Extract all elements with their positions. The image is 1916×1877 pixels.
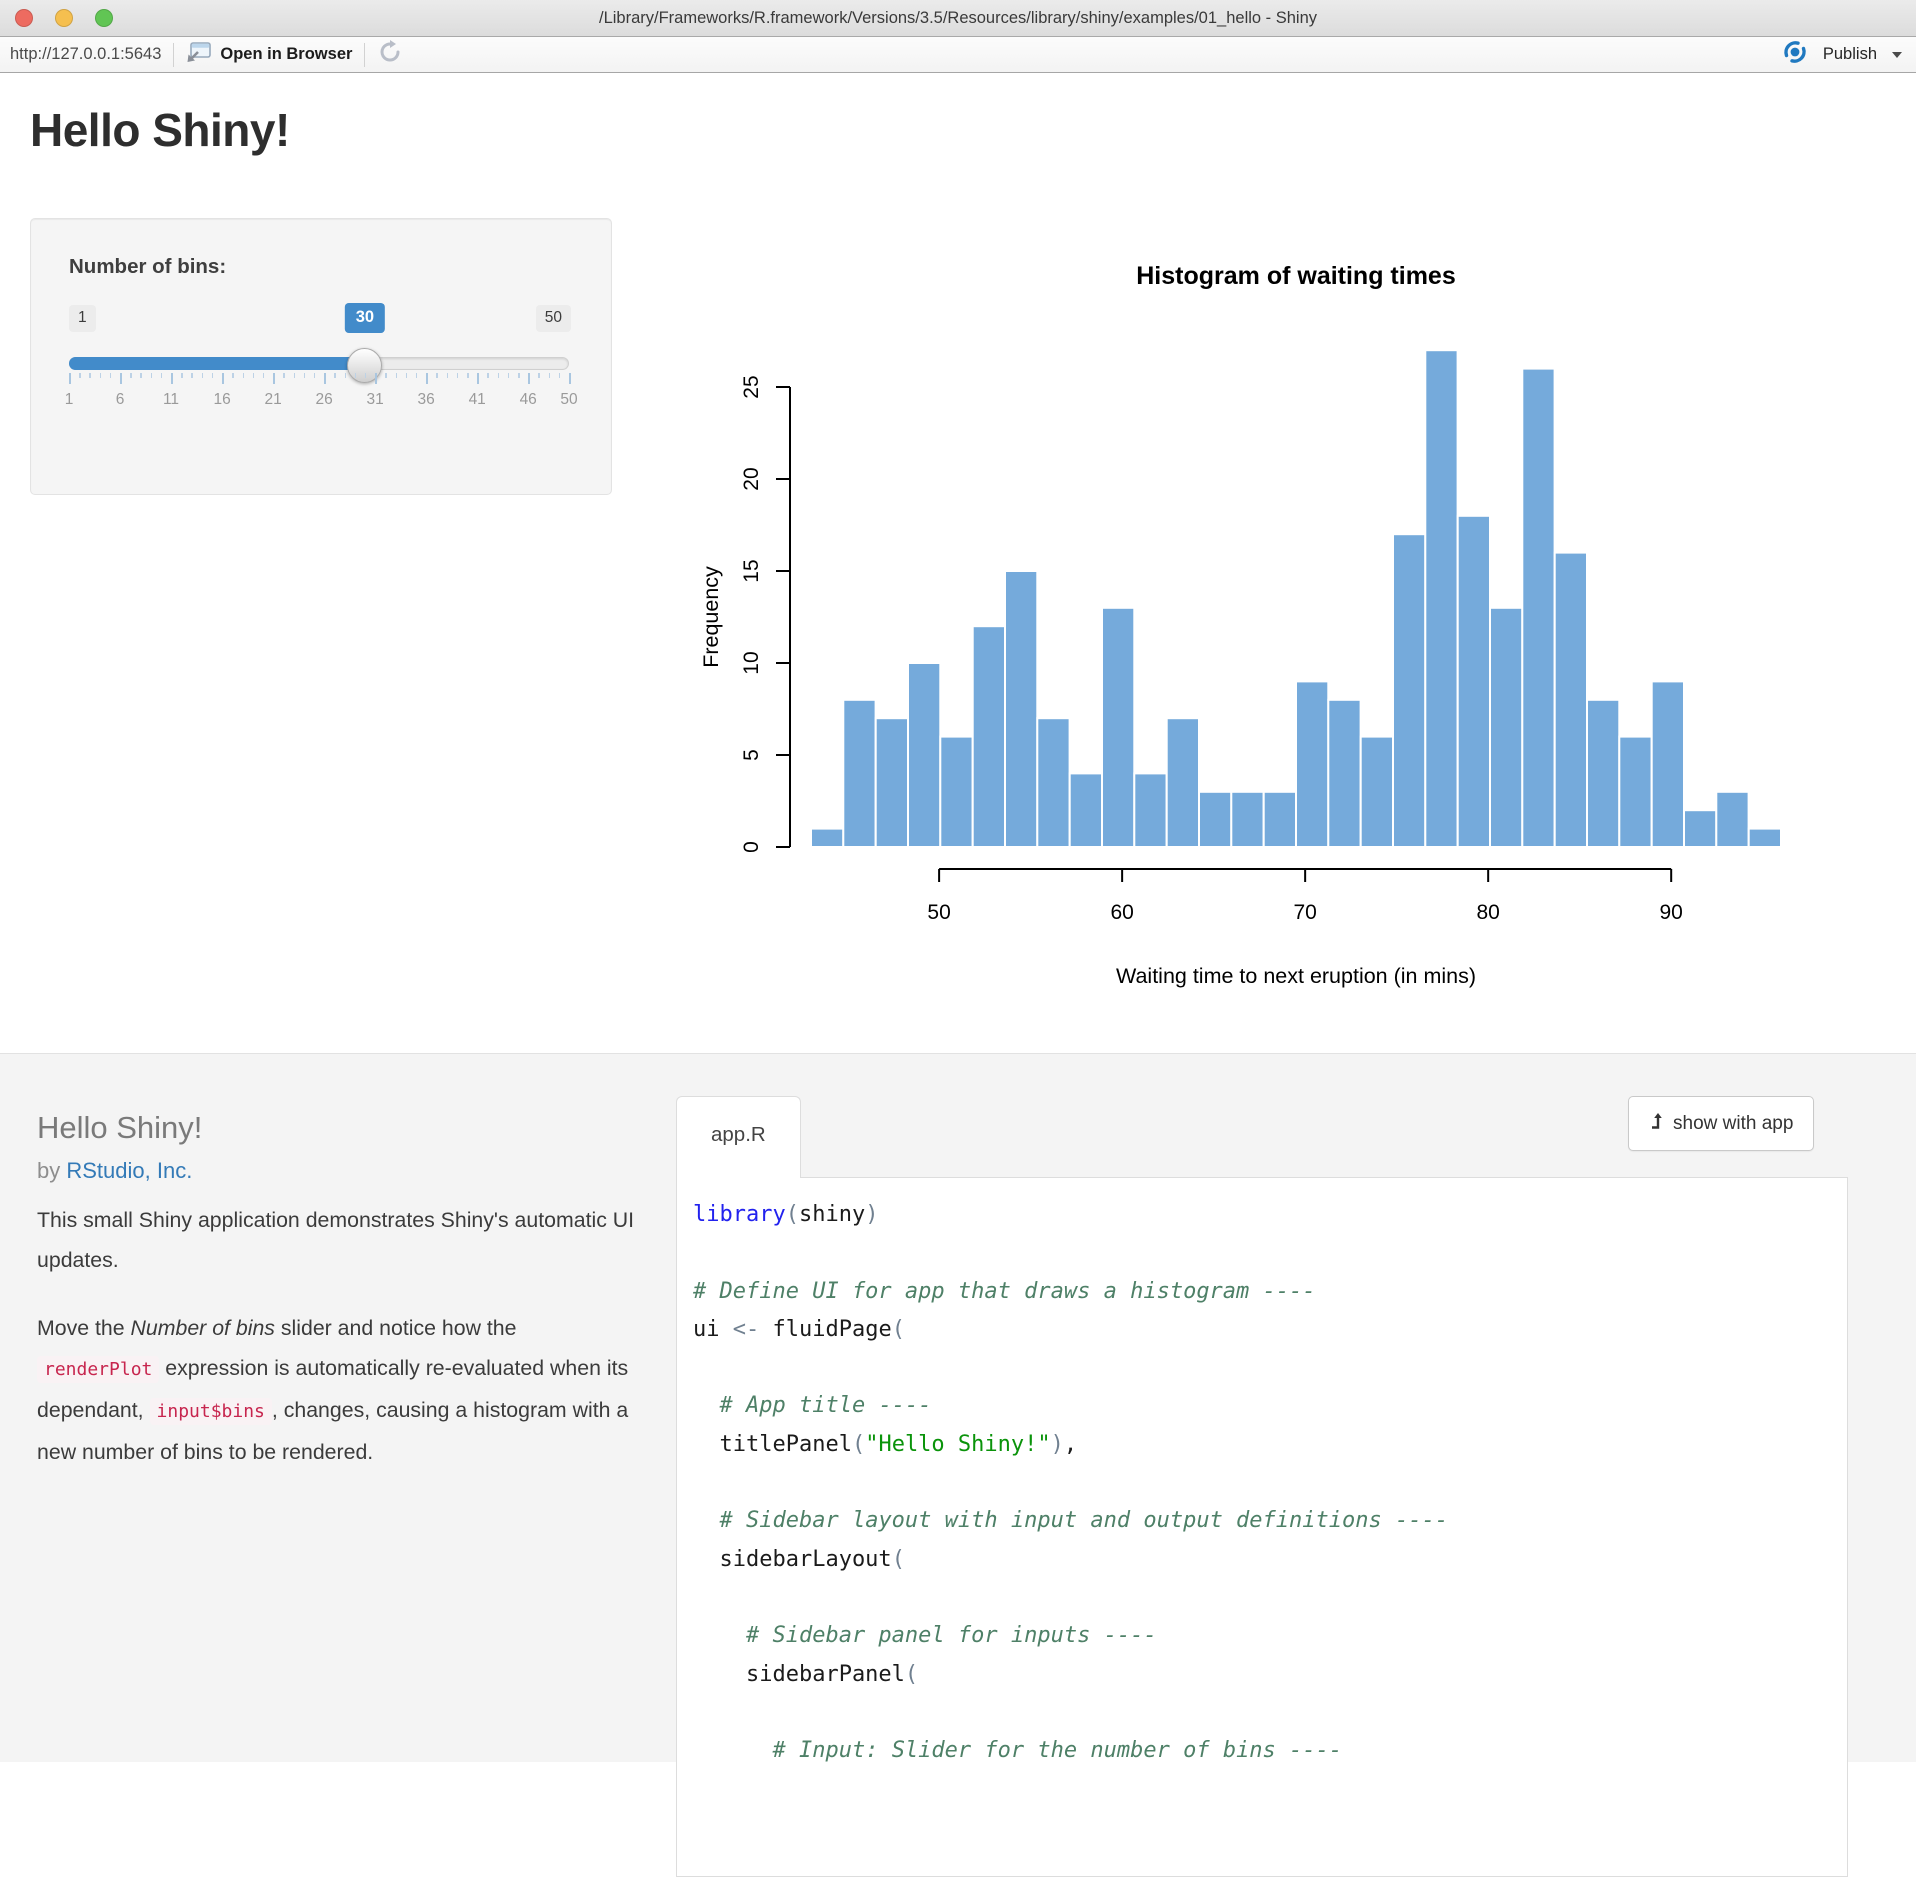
histogram-bar <box>1165 717 1201 849</box>
x-axis-label: Waiting time to next eruption (in mins) <box>1116 964 1476 988</box>
slider-grid-label: 46 <box>519 391 537 408</box>
publish-icon <box>1783 40 1807 69</box>
publish-button[interactable]: Publish <box>1783 40 1902 69</box>
histogram-bar <box>971 625 1007 849</box>
window-titlebar: /Library/Frameworks/R.framework/Versions… <box>0 0 1916 37</box>
histogram-bar <box>1133 772 1168 849</box>
histogram-bar <box>1198 790 1233 848</box>
caret-down-icon <box>1892 51 1902 58</box>
refresh-button[interactable] <box>377 39 403 70</box>
slider-grid-label: 11 <box>162 391 180 408</box>
slider-value-badge: 30 <box>344 303 386 333</box>
slider-grid-label: 1 <box>64 391 74 408</box>
histogram-bar <box>1715 790 1750 848</box>
histogram-bar <box>1036 717 1071 849</box>
svg-text:80: 80 <box>1476 901 1499 924</box>
histogram-bar <box>907 662 942 848</box>
toolbar-separator <box>173 42 175 67</box>
open-in-browser-label: Open in Browser <box>220 45 353 63</box>
open-in-browser-button[interactable]: Open in Browser <box>186 41 352 68</box>
histogram-bar <box>1489 606 1524 848</box>
refresh-icon <box>377 39 403 70</box>
slider-fill <box>69 357 365 370</box>
svg-text:5: 5 <box>740 749 763 761</box>
histogram-bar <box>1747 827 1782 848</box>
histogram-plot: Histogram of waiting times 0 5 10 15 20 25 Freq… <box>640 241 1910 1031</box>
slider-max-badge: 50 <box>535 305 571 332</box>
description-heading: Hello Shiny! <box>37 1110 203 1145</box>
histogram-bar <box>842 698 877 848</box>
slider-grid-label: 21 <box>264 391 282 408</box>
svg-text:90: 90 <box>1660 901 1683 924</box>
histogram-bar <box>1101 606 1136 848</box>
show-with-app-label: show with app <box>1673 1112 1794 1134</box>
svg-text:20: 20 <box>740 467 763 490</box>
slider-label: Number of bins: <box>69 255 227 278</box>
svg-text:25: 25 <box>740 375 763 398</box>
histogram-bar <box>1327 698 1362 848</box>
slider-grid-label: 26 <box>315 391 333 408</box>
byline: by RStudio, Inc. <box>37 1158 192 1184</box>
rstudio-link[interactable]: RStudio, Inc. <box>66 1158 192 1183</box>
code-panel: library(shiny) # Define UI for app that … <box>676 1177 1848 1877</box>
slider-grid-label: 36 <box>417 391 435 408</box>
histogram-bar <box>810 827 845 848</box>
histogram-bar <box>1586 698 1621 848</box>
show-with-app-button[interactable]: show with app <box>1628 1096 1815 1151</box>
histogram-bar <box>1521 367 1556 848</box>
viewer-toolbar: http://127.0.0.1:5643 Open in Browser Pu… <box>0 37 1916 73</box>
description-paragraph-1: This small Shiny application demonstrate… <box>37 1208 635 1272</box>
chart-title: Histogram of waiting times <box>1136 262 1455 290</box>
showcase-section: Hello Shiny! by RStudio, Inc. This small… <box>0 1053 1916 1877</box>
histogram-bar <box>1553 551 1589 848</box>
publish-label: Publish <box>1822 45 1877 63</box>
y-axis-label: Frequency <box>699 566 723 668</box>
app-content: Hello Shiny! Number of bins: 1 50 30 161… <box>0 73 1916 1053</box>
histogram-bar <box>1295 680 1330 848</box>
histogram-bar <box>939 735 974 849</box>
histogram-bar <box>1650 680 1686 848</box>
histogram-bar <box>1683 809 1718 849</box>
svg-text:15: 15 <box>740 559 763 582</box>
svg-text:70: 70 <box>1293 901 1316 924</box>
histogram-bar <box>874 717 909 849</box>
description-body: This small Shiny application demonstrate… <box>37 1200 637 1472</box>
histogram-bar <box>1456 514 1492 848</box>
description-paragraph-2: Move the Number of bins slider and notic… <box>37 1316 629 1464</box>
open-in-browser-icon <box>186 41 212 68</box>
window-title: /Library/Frameworks/R.framework/Versions… <box>598 9 1318 27</box>
slider-grid-label: 31 <box>366 391 384 408</box>
sidebar-panel: Number of bins: 1 50 30 1 6 11 16 21 26 31 36 41… <box>30 218 612 495</box>
histogram-bar <box>1618 735 1653 849</box>
level-up-icon <box>1649 1112 1664 1135</box>
toolbar-separator <box>364 42 366 67</box>
histogram-bar <box>1424 349 1459 848</box>
slider-grid-label: 50 <box>560 391 578 408</box>
histogram-bar <box>1359 735 1395 849</box>
tab-app-r[interactable]: app.R <box>676 1096 801 1178</box>
slider-grid-label: 41 <box>468 391 486 408</box>
slider-grid-label: 16 <box>213 391 231 408</box>
histogram-bar <box>1392 533 1427 848</box>
svg-text:50: 50 <box>927 901 950 924</box>
svg-text:0: 0 <box>740 841 763 853</box>
app-url-label: http://127.0.0.1:5643 <box>10 45 162 63</box>
svg-text:10: 10 <box>740 651 763 674</box>
svg-text:60: 60 <box>1110 901 1133 924</box>
slider-min-badge: 1 <box>69 305 96 332</box>
histogram-bar <box>1068 772 1104 849</box>
page-title: Hello Shiny! <box>30 104 290 156</box>
histogram-bar <box>1004 570 1039 848</box>
slider-grid-label: 6 <box>115 391 125 408</box>
byline-prefix: by <box>37 1158 67 1183</box>
histogram-bar <box>1262 790 1298 848</box>
histogram-bar <box>1230 790 1265 848</box>
source-code: library(shiny) # Define UI for app that … <box>693 1202 1448 1764</box>
